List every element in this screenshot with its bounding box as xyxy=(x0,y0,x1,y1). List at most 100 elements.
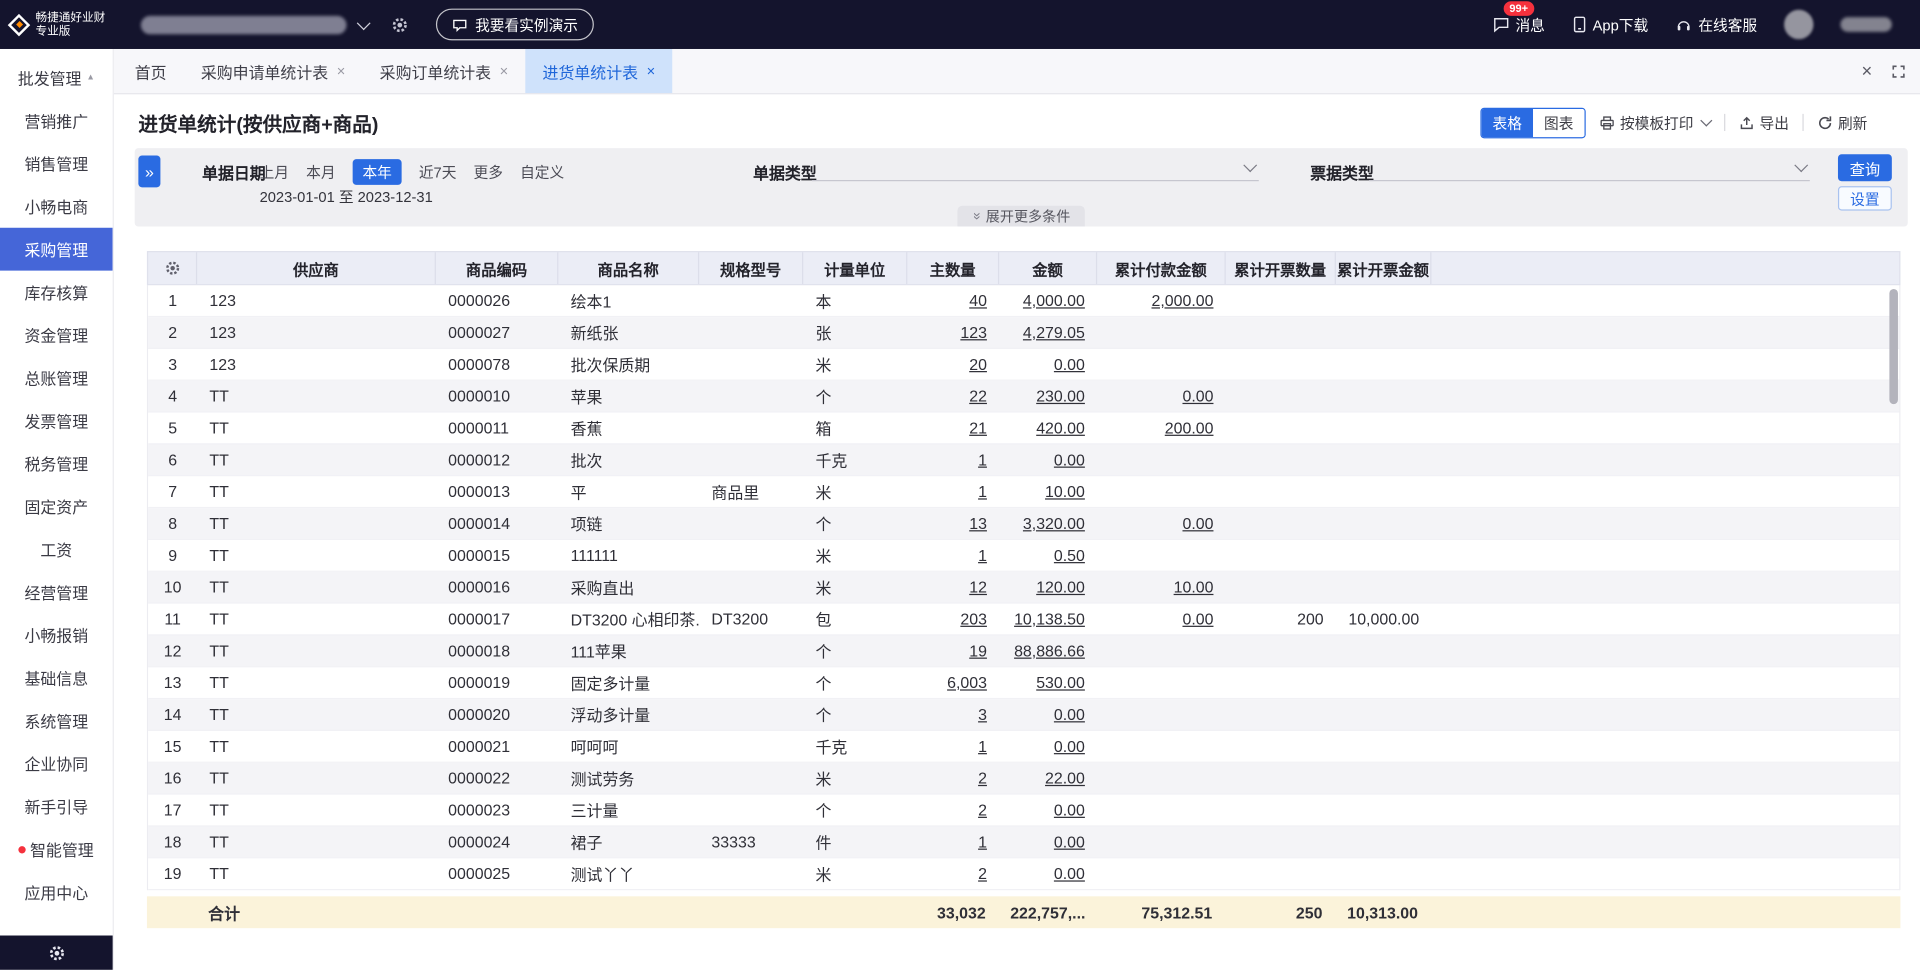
sidebar-item-销售管理[interactable]: 销售管理 xyxy=(0,142,113,185)
cell-qty[interactable]: 1 xyxy=(907,833,999,851)
column-settings-button[interactable] xyxy=(148,252,198,285)
cell-amount[interactable]: 530.00 xyxy=(999,673,1097,691)
col-header-name[interactable]: 商品名称 xyxy=(558,252,700,285)
cell-amount[interactable]: 420.00 xyxy=(999,419,1097,437)
cell-paid[interactable]: 2,000.00 xyxy=(1097,291,1226,309)
sidebar-item-工资[interactable]: 工资 xyxy=(0,528,113,571)
cell-amount[interactable]: 0.00 xyxy=(999,705,1097,723)
export-button[interactable]: 导出 xyxy=(1739,112,1789,133)
sidebar-item-库存核算[interactable]: 库存核算 xyxy=(0,271,113,314)
table-row[interactable]: 16 TT 0000022 测试劳务 米 2 22.00 xyxy=(148,762,1900,795)
tab-close-icon[interactable]: × xyxy=(647,62,656,79)
table-row[interactable]: 1 123 0000026 绘本1 本 40 4,000.00 2,000.00 xyxy=(148,285,1900,318)
doc-type-select[interactable] xyxy=(811,156,1259,182)
cell-amount[interactable]: 0.00 xyxy=(999,864,1097,882)
sidebar-item-税务管理[interactable]: 税务管理 xyxy=(0,442,113,485)
cell-paid[interactable]: 0.00 xyxy=(1097,610,1226,628)
cell-qty[interactable]: 12 xyxy=(907,578,999,596)
tab-进货单统计表[interactable]: 进货单统计表 × xyxy=(525,48,673,94)
cell-amount[interactable]: 230.00 xyxy=(999,387,1097,405)
cell-qty[interactable]: 1 xyxy=(907,546,999,564)
avatar[interactable] xyxy=(1784,9,1814,40)
col-header-supplier[interactable]: 供应商 xyxy=(197,252,436,285)
sidebar-item-经营管理[interactable]: 经营管理 xyxy=(0,571,113,614)
table-row[interactable]: 15 TT 0000021 呵呵呵 千克 1 0.00 xyxy=(148,731,1900,763)
sidebar-item-批发管理[interactable]: 批发管理 ▲ xyxy=(0,56,113,99)
settings-button[interactable]: 设置 xyxy=(1837,186,1892,211)
cell-qty[interactable]: 20 xyxy=(907,355,999,373)
app-download-button[interactable]: App下载 xyxy=(1572,14,1648,35)
demo-button[interactable]: 我要看实例演示 xyxy=(435,8,594,41)
cell-amount[interactable]: 0.00 xyxy=(999,451,1097,469)
cell-amount[interactable]: 22.00 xyxy=(999,769,1097,787)
col-header-unit[interactable]: 计量单位 xyxy=(803,252,908,285)
sidebar-item-企业协同[interactable]: 企业协同 xyxy=(0,742,113,785)
cell-paid[interactable]: 10.00 xyxy=(1097,578,1226,596)
view-chart-button[interactable]: 图表 xyxy=(1532,108,1585,137)
sidebar-item-营销推广[interactable]: 营销推广 xyxy=(0,99,113,142)
sidebar-item-发票管理[interactable]: 发票管理 xyxy=(0,399,113,442)
cell-qty[interactable]: 1 xyxy=(907,451,999,469)
close-all-tabs-icon[interactable]: × xyxy=(1862,62,1873,80)
table-row[interactable]: 11 TT 0000017 DT3200 心相印茶... DT3200 包 203 10,13… xyxy=(148,603,1900,636)
col-header-spec[interactable]: 规格型号 xyxy=(699,252,804,285)
table-row[interactable]: 17 TT 0000023 三计量 个 2 0.00 xyxy=(148,794,1900,827)
cell-amount[interactable]: 120.00 xyxy=(999,578,1097,596)
table-row[interactable]: 14 TT 0000020 浮动多计量 个 3 0.00 xyxy=(148,699,1900,732)
cell-amount[interactable]: 3,320.00 xyxy=(999,514,1097,532)
col-header-code[interactable]: 商品编码 xyxy=(436,252,559,285)
tab-首页[interactable]: 首页 xyxy=(118,49,184,93)
date-option-上月[interactable]: 上月 xyxy=(260,162,289,183)
cell-qty[interactable]: 19 xyxy=(907,642,999,660)
date-option-本年[interactable]: 本年 xyxy=(352,159,402,185)
sidebar-item-固定资产[interactable]: 固定资产 xyxy=(0,485,113,528)
date-range-value[interactable]: 2023-01-01 至 2023-12-31 xyxy=(260,186,433,207)
cell-amount[interactable]: 88,886.66 xyxy=(999,642,1097,660)
cell-qty[interactable]: 13 xyxy=(907,514,999,532)
cell-amount[interactable]: 0.00 xyxy=(999,737,1097,755)
brand-logo[interactable]: 畅捷通好业财 专业版 xyxy=(0,10,121,38)
date-option-近7天[interactable]: 近7天 xyxy=(419,162,457,183)
sidebar-item-智能管理[interactable]: 智能管理 xyxy=(0,828,113,871)
col-header-qty[interactable]: 主数量 xyxy=(907,252,1000,285)
tab-close-icon[interactable]: × xyxy=(337,62,346,79)
sidebar-item-新手引导[interactable]: 新手引导 xyxy=(0,785,113,828)
sidebar-settings-button[interactable] xyxy=(0,935,113,970)
cell-qty[interactable]: 3 xyxy=(907,705,999,723)
expand-more-button[interactable]: » 展开更多条件 xyxy=(957,205,1085,227)
cell-amount[interactable]: 0.00 xyxy=(999,801,1097,819)
cell-qty[interactable]: 1 xyxy=(907,482,999,500)
table-row[interactable]: 12 TT 0000018 111苹果 个 19 88,886.66 xyxy=(148,635,1900,668)
sidebar-item-系统管理[interactable]: 系统管理 xyxy=(0,699,113,742)
table-row[interactable]: 10 TT 0000016 采购直出 米 12 120.00 10.00 xyxy=(148,571,1900,604)
date-option-自定义[interactable]: 自定义 xyxy=(520,162,564,183)
tab-close-icon[interactable]: × xyxy=(500,62,509,79)
table-row[interactable]: 18 TT 0000024 裙子 33333 件 1 0.00 xyxy=(148,826,1900,859)
cell-qty[interactable]: 2 xyxy=(907,769,999,787)
table-row[interactable]: 8 TT 0000014 项链 个 13 3,320.00 0.00 xyxy=(148,508,1900,541)
cell-qty[interactable]: 22 xyxy=(907,387,999,405)
sidebar-item-小畅电商[interactable]: 小畅电商 xyxy=(0,185,113,228)
view-table-button[interactable]: 表格 xyxy=(1481,108,1533,137)
sidebar-item-资金管理[interactable]: 资金管理 xyxy=(0,313,113,356)
table-row[interactable]: 4 TT 0000010 苹果 个 22 230.00 0.00 xyxy=(148,380,1900,413)
query-button[interactable]: 查询 xyxy=(1837,154,1892,182)
cell-amount[interactable]: 4,279.05 xyxy=(999,323,1097,341)
table-row[interactable]: 2 123 0000027 新纸张张 123 4,279.05 xyxy=(148,317,1900,349)
sidebar-item-小畅报销[interactable]: 小畅报销 xyxy=(0,613,113,656)
tab-采购申请单统计表[interactable]: 采购申请单统计表 × xyxy=(184,49,363,93)
cell-amount[interactable]: 10.00 xyxy=(999,482,1097,500)
sidebar-item-基础信息[interactable]: 基础信息 xyxy=(0,656,113,699)
cell-qty[interactable]: 1 xyxy=(907,737,999,755)
cell-amount[interactable]: 0.50 xyxy=(999,546,1097,564)
cell-qty[interactable]: 40 xyxy=(907,291,999,309)
cell-amount[interactable]: 10,138.50 xyxy=(999,610,1097,628)
chevron-down-icon[interactable] xyxy=(356,15,371,30)
table-row[interactable]: 7 TT 0000013 平 商品里 米 1 10.00 xyxy=(148,476,1900,509)
messages-button[interactable]: 99+ 消息 xyxy=(1492,0,1545,35)
sidebar-item-总账管理[interactable]: 总账管理 xyxy=(0,356,113,399)
refresh-button[interactable]: 刷新 xyxy=(1817,112,1867,133)
cell-qty[interactable]: 2 xyxy=(907,801,999,819)
cell-paid[interactable]: 200.00 xyxy=(1097,419,1226,437)
table-row[interactable]: 19 TT 0000025 测试丫丫 米 2 0.00 xyxy=(148,858,1900,891)
